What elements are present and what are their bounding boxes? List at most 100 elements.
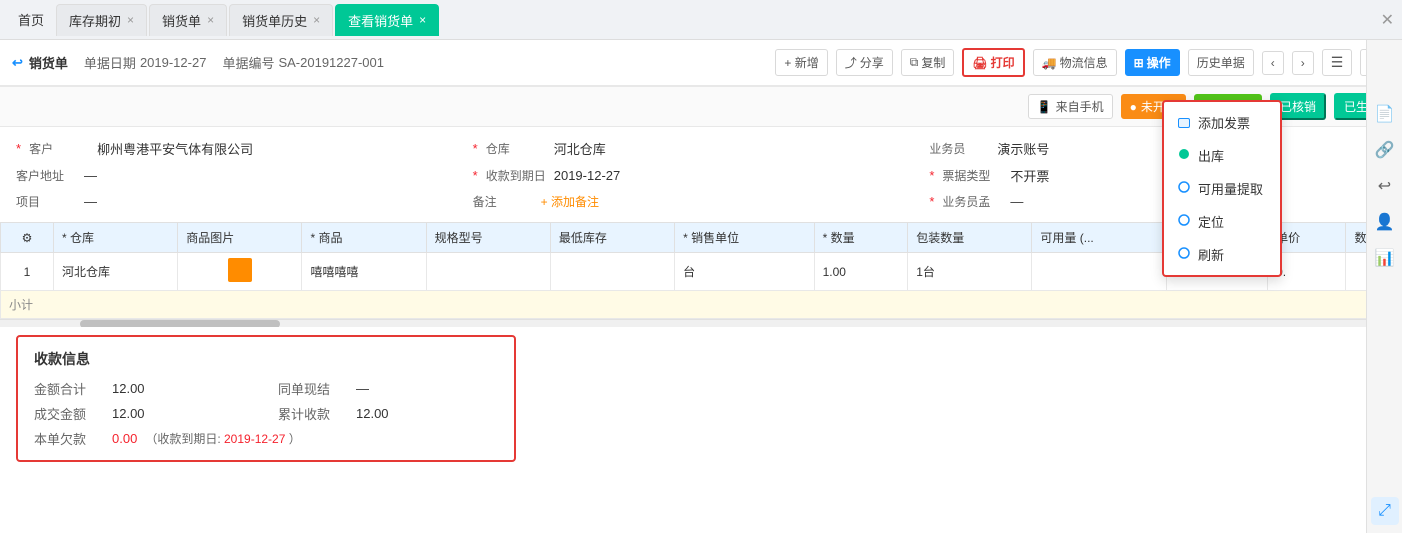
address-value: — xyxy=(84,168,97,183)
window-close-button[interactable]: ✕ xyxy=(1381,10,1394,30)
share-icon: ⤴ xyxy=(845,54,857,71)
sidebar-expand-icon[interactable]: ⤢ xyxy=(1371,497,1399,525)
tab-sales-order[interactable]: 销货单 × xyxy=(149,4,227,36)
history-button[interactable]: 历史单据 xyxy=(1188,49,1254,76)
close-tab-sales[interactable]: × xyxy=(207,13,214,27)
meta-docno: 单据编号 SA-20191227-001 xyxy=(222,53,384,72)
refresh-icon xyxy=(1178,247,1190,262)
tab-bar: 首页 库存期初 × 销货单 × 销货单历史 × 查看销货单 × ✕ xyxy=(0,0,1402,40)
main-toolbar: ↩ 销货单 单据日期 2019-12-27 单据编号 SA-20191227-0… xyxy=(0,40,1402,86)
note-label: 备注 xyxy=(473,193,533,210)
col-spec: 规格型号 xyxy=(426,223,550,253)
dropdown-refresh[interactable]: 刷新 xyxy=(1164,238,1280,271)
sidebar-chart-icon[interactable]: 📊 xyxy=(1371,244,1399,272)
customer-label: 客户 xyxy=(29,140,89,157)
meta-date: 单据日期 2019-12-27 xyxy=(84,53,207,72)
tab-home[interactable]: 首页 xyxy=(8,10,54,29)
same-order-value: — xyxy=(356,381,369,396)
dropdown-outbound[interactable]: 出库 xyxy=(1164,139,1280,172)
address-label: 客户地址 xyxy=(16,167,76,184)
close-tab-history[interactable]: × xyxy=(313,13,320,27)
row-unit: 台 xyxy=(675,253,815,291)
total-amount-label: 金额合计 xyxy=(34,379,104,398)
total-amount-value: 12.00 xyxy=(112,381,145,396)
sidebar-doc-icon[interactable]: 📄 xyxy=(1371,100,1399,128)
form-warehouse-row: * 仓库 河北仓库 xyxy=(473,139,930,158)
from-phone-button[interactable]: 📱 来自手机 xyxy=(1028,94,1113,119)
form-staff2-row: * 业务员孟 — xyxy=(929,193,1386,210)
copy-button[interactable]: ⧉ 复制 xyxy=(901,49,955,76)
operate-icon: ⊞ xyxy=(1134,56,1144,70)
sidebar-link-icon[interactable]: 🔗 xyxy=(1371,136,1399,164)
form-tickettype-row: * 票据类型 不开票 xyxy=(929,166,1386,185)
cumulative-value: 12.00 xyxy=(356,406,389,421)
logistics-button[interactable]: 🚚 物流信息 xyxy=(1033,49,1117,76)
form-customer-row: * 客户 柳州粤港平安气体有限公司 xyxy=(16,139,473,158)
plus-icon: + xyxy=(541,195,548,209)
col-image: 商品图片 xyxy=(178,223,302,253)
col-settings: ⚙ xyxy=(1,223,54,253)
tab-sales-history[interactable]: 销货单历史 × xyxy=(229,4,333,36)
avail-qty-icon xyxy=(1178,181,1190,196)
project-value: — xyxy=(84,194,97,209)
col-pack: 包装数量 xyxy=(908,223,1032,253)
cumulative-label: 累计收款 xyxy=(278,404,348,423)
subtotal-row: 小计 xyxy=(1,291,1402,319)
print-button[interactable]: 🖨 打印 xyxy=(962,48,1024,77)
row-pack: 1台 xyxy=(908,253,1032,291)
dropdown-avail-qty[interactable]: 可用量提取 xyxy=(1164,172,1280,205)
share-button[interactable]: ⤴ 分享 xyxy=(836,49,893,76)
paydate-label: 收款到期日 xyxy=(486,167,546,184)
staff-label: 业务员 xyxy=(929,140,989,157)
due-date-value: 2019-12-27 xyxy=(224,432,285,446)
project-label: 项目 xyxy=(16,193,76,210)
new-button[interactable]: + 新增 xyxy=(775,49,827,76)
payment-box: 收款信息 金额合计 12.00 同单现结 — 成交金额 12.00 累计收款 1… xyxy=(16,335,516,462)
row-image xyxy=(178,253,302,291)
current-due-item: 本单欠款 0.00 （收款到期日: 2019-12-27 ） xyxy=(34,429,498,448)
grid-view-button[interactable]: ☰ xyxy=(1322,49,1353,76)
print-icon: 🖨 xyxy=(972,56,987,70)
operate-button[interactable]: ⊞ 操作 xyxy=(1125,49,1180,76)
invoice-icon xyxy=(1178,118,1190,128)
row-seq: 1 xyxy=(1,253,54,291)
form-project-row: 项目 — xyxy=(16,193,473,210)
warehouse-value: 河北仓库 xyxy=(554,139,606,158)
close-tab-inventory[interactable]: × xyxy=(127,13,134,27)
current-due-label: 本单欠款 xyxy=(34,429,104,448)
staff-value: 演示账号 xyxy=(997,139,1049,158)
doc-meta: 单据日期 2019-12-27 单据编号 SA-20191227-001 xyxy=(84,53,384,72)
col-unit: * 销售单位 xyxy=(675,223,815,253)
col-min-stock: 最低库存 xyxy=(550,223,674,253)
product-image xyxy=(228,258,252,282)
next-button[interactable]: › xyxy=(1292,51,1314,75)
date-value: 2019-12-27 xyxy=(140,55,207,70)
sidebar-back-icon[interactable]: ↩ xyxy=(1371,172,1399,200)
tab-inventory-init[interactable]: 库存期初 × xyxy=(56,4,147,36)
row-spec xyxy=(426,253,550,291)
row-qty: 1.00 xyxy=(814,253,908,291)
current-due-value: 0.00 xyxy=(112,431,137,446)
row-product: 嘻嘻嘻嘻 xyxy=(302,253,426,291)
tab-check-sales[interactable]: 查看销货单 × xyxy=(335,4,439,36)
right-sidebar: 📄 🔗 ↩ 👤 📊 ⤢ xyxy=(1366,40,1402,533)
form-address-row: 客户地址 — xyxy=(16,166,473,185)
main-area: ↩ 销货单 单据日期 2019-12-27 单据编号 SA-20191227-0… xyxy=(0,40,1402,533)
close-tab-check[interactable]: × xyxy=(419,13,426,27)
form-note-row: 备注 + 添加备注 xyxy=(473,193,930,210)
payment-grid: 金额合计 12.00 同单现结 — 成交金额 12.00 累计收款 12.00 xyxy=(34,379,498,448)
locate-icon xyxy=(1178,214,1190,229)
doc-title-text: 销货单 xyxy=(29,53,68,72)
dropdown-locate[interactable]: 定位 xyxy=(1164,205,1280,238)
outbound-icon xyxy=(1178,148,1190,163)
transaction-label: 成交金额 xyxy=(34,404,104,423)
same-order-item: 同单现结 — xyxy=(278,379,498,398)
sidebar-user-icon[interactable]: 👤 xyxy=(1371,208,1399,236)
tickettype-label: 票据类型 xyxy=(942,167,1002,184)
toolbar-actions: + 新增 ⤴ 分享 ⧉ 复制 🖨 打印 🚚 物流信息 xyxy=(775,48,1390,77)
prev-button[interactable]: ‹ xyxy=(1262,51,1284,75)
add-note-button[interactable]: + 添加备注 xyxy=(541,193,599,210)
docno-value: SA-20191227-001 xyxy=(278,55,384,70)
dropdown-add-invoice[interactable]: 添加发票 xyxy=(1164,106,1280,139)
logistics-icon: 🚚 xyxy=(1042,56,1057,70)
